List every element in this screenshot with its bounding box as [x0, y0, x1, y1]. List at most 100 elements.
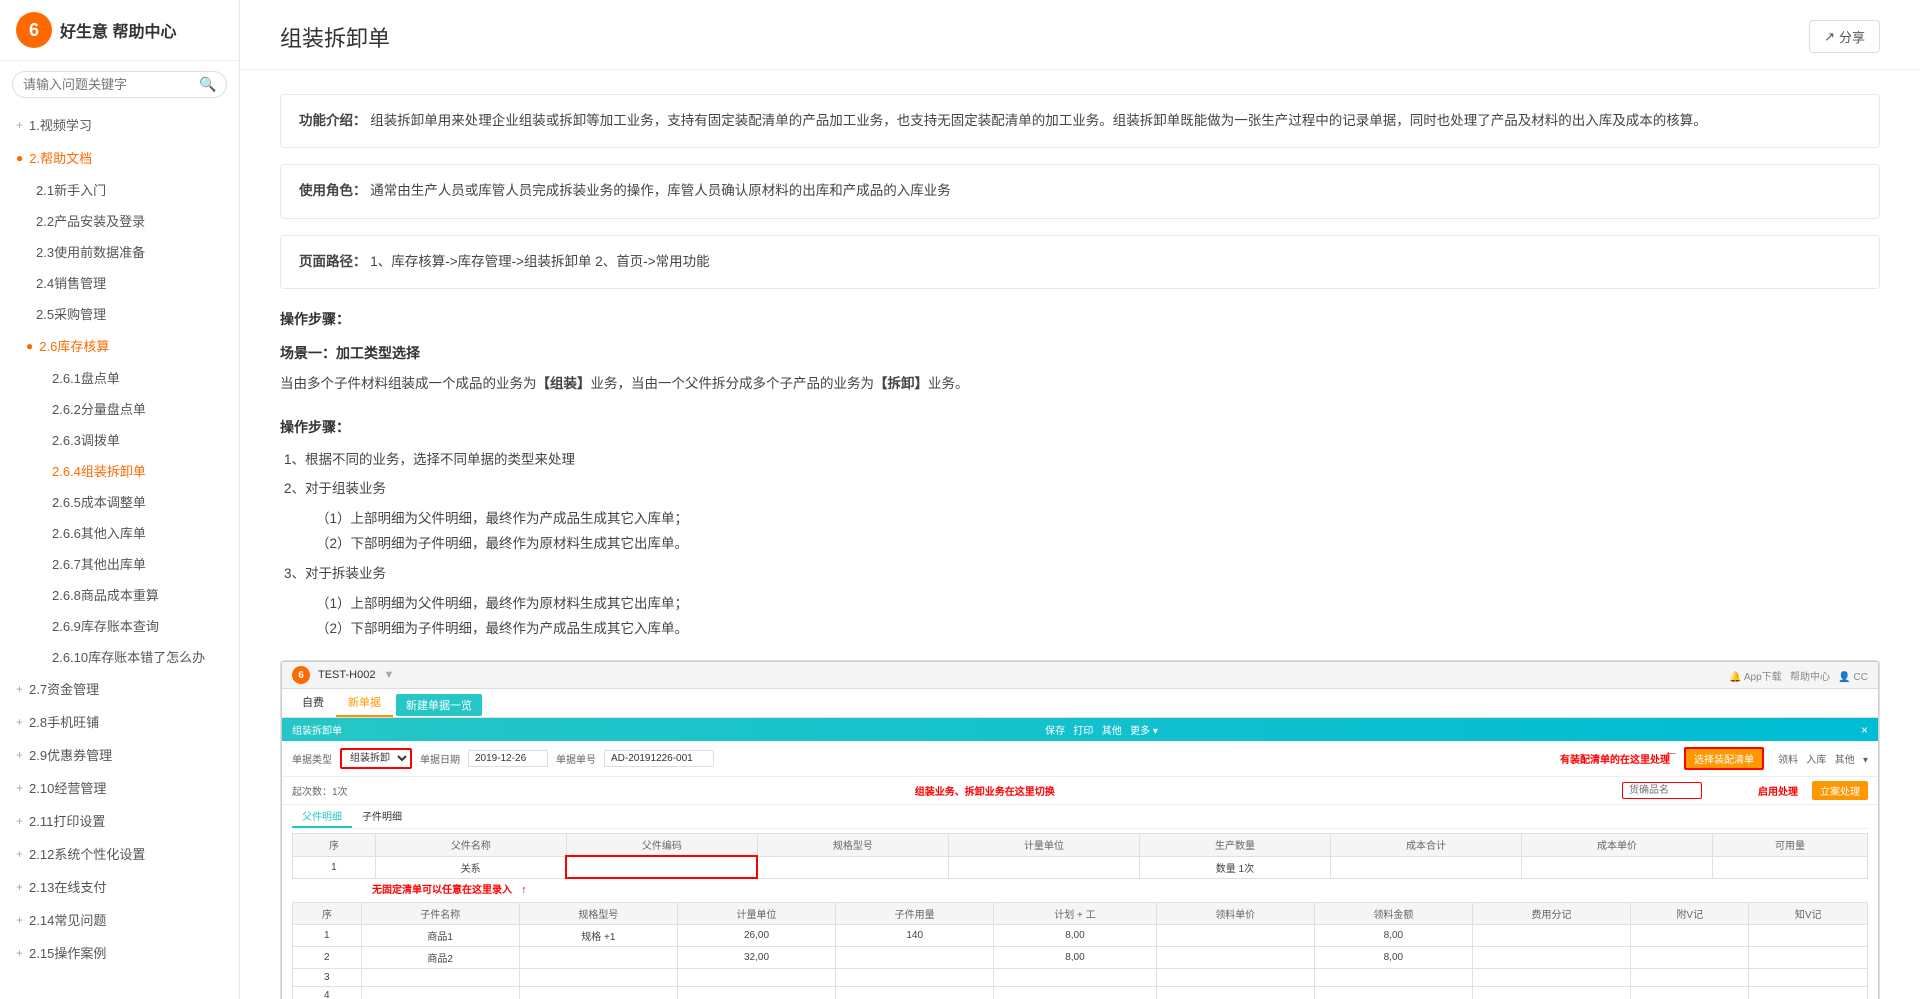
sim-tab-newlist[interactable]: 新建单据一览 [396, 694, 482, 716]
sidebar-item-mobile[interactable]: +2.8手机旺铺 [0, 705, 239, 738]
sidebar-item-stockfix[interactable]: 2.6.10库存账本错了怎么办 [0, 641, 239, 672]
sim-th-seq: 序 [293, 834, 376, 857]
function-intro-block: 功能介绍： 组装拆卸单用来处理企业组装或拆卸等加工业务，支持有固定装配清单的产品… [280, 94, 1880, 148]
annotation4-area: 无固定清单可以任意在这里录入 ↑ [292, 879, 1868, 900]
sidebar-item-sales[interactable]: 2.4销售管理 [0, 267, 239, 298]
sidebar-item-splitcount[interactable]: 2.6.2分量盘点单 [0, 393, 239, 424]
sim-tab-parent[interactable]: 父件明细 [292, 805, 352, 828]
sidebar-item-install[interactable]: 2.2产品安装及登录 [0, 205, 239, 236]
screenshot-area: 6 TEST-H002 ▼ 🔔 App下载 帮助中心 👤 CC 自费 新单据 新… [280, 660, 1880, 999]
sim-close-button[interactable]: × [1861, 723, 1868, 737]
search-box[interactable]: 🔍 [12, 71, 227, 98]
sim-bth-child-name: 子件名称 [361, 903, 519, 925]
plus-icon: + [16, 946, 23, 960]
sidebar-item-stockbook[interactable]: 2.6.9库存账本查询 [0, 610, 239, 641]
sim-product-input[interactable] [1622, 782, 1702, 799]
share-button[interactable]: ↗ 分享 [1809, 20, 1880, 53]
sim-logo: 6 [292, 666, 310, 684]
sim-bth-v1: 附V记 [1631, 903, 1749, 925]
arrow4-icon: ↑ [521, 884, 527, 896]
sim-date-label: 单据日期 [420, 751, 460, 766]
plus-icon: + [16, 913, 23, 927]
sim-td-seq: 1 [293, 856, 376, 878]
sidebar-item-inventory[interactable]: ● 2.6库存核算 [0, 329, 239, 362]
plus-icon: + [16, 715, 23, 729]
sidebar-item-helpdoc[interactable]: ● 2.帮助文档 [0, 141, 239, 174]
sim-td-unit [948, 856, 1139, 878]
sidebar-item-coupon[interactable]: +2.9优惠券管理 [0, 738, 239, 771]
sidebar-item-outstock[interactable]: 2.6.7其他出库单 [0, 548, 239, 579]
sidebar-item-newcomer[interactable]: 2.1新手入门 [0, 174, 239, 205]
sim-th-unit: 计量单位 [948, 834, 1139, 857]
sim-form-header: 组装拆卸单 保存 打印 其他 更多 ▾ × [282, 718, 1878, 741]
table-row: 1 关系 数量 1次 [293, 856, 1868, 878]
sidebar-item-faq[interactable]: +2.14常见问题 [0, 903, 239, 936]
sim-no-label: 单据单号 [556, 751, 596, 766]
content-header: 组装拆卸单 ↗ 分享 [240, 0, 1920, 70]
sim-bth-plan: 计划 + 工 [994, 903, 1156, 925]
sidebar-item-dataprep[interactable]: 2.3使用前数据准备 [0, 236, 239, 267]
sidebar-item-bizmanage[interactable]: +2.10经营管理 [0, 771, 239, 804]
role-text: 通常由生产人员或库管人员完成拆装业务的操作，库管人员确认原材料的出库和产成品的入… [370, 183, 951, 198]
sim-tab-self[interactable]: 自费 [290, 689, 336, 717]
sim-td-costunit [1521, 856, 1712, 878]
table-row: 2 商品2 32,00 8,00 8,00 [293, 947, 1868, 969]
sim-td-spec [757, 856, 948, 878]
share-label: 分享 [1839, 27, 1865, 46]
sidebar-item-finance[interactable]: +2.7资金管理 [0, 672, 239, 705]
sidebar-item-instock[interactable]: 2.6.6其他入库单 [0, 517, 239, 548]
sidebar-item-purchase[interactable]: 2.5采购管理 [0, 298, 239, 329]
sim-type-label: 单据类型 [292, 751, 332, 766]
scene1-title: 场景一：加工类型选择 [280, 343, 1880, 363]
sim-tab-child[interactable]: 子件明细 [352, 805, 412, 828]
sim-nav-bar: 自费 新单据 新建单据一览 [282, 689, 1878, 718]
plus-icon: + [16, 682, 23, 696]
sim-child-table: 序 子件名称 规格型号 计量单位 子件用量 计划 + 工 领料单价 领料金额 费… [292, 902, 1868, 999]
minus-icon-inventory: ● [26, 339, 33, 353]
sidebar-item-sysconfig[interactable]: +2.12系统个性化设置 [0, 837, 239, 870]
sim-date-input[interactable] [468, 750, 548, 767]
steps-label: 操作步骤： [280, 417, 1880, 437]
search-input[interactable] [23, 77, 199, 92]
sidebar-item-costadjust[interactable]: 2.6.5成本调整单 [0, 486, 239, 517]
sidebar: 6 好生意 帮助中心 🔍 + 1.视频学习 ● 2.帮助文档 2.1新手入门 2… [0, 0, 240, 999]
sidebar-item-transfer[interactable]: 2.6.3调拨单 [0, 424, 239, 455]
sim-td-name: 关系 [375, 856, 566, 878]
sim-dropdown-icon: ▼ [383, 669, 394, 681]
sim-tab-new[interactable]: 新单据 [336, 689, 393, 717]
table-row: 3 [293, 969, 1868, 987]
annotation1-text: 有装配清单的在这里处理 [1560, 751, 1670, 766]
sim-qty-label: 起次数：1次 [292, 783, 348, 798]
sim-bth-amount: 领料金额 [1314, 903, 1472, 925]
sim-bth-qty: 子件用量 [836, 903, 994, 925]
sidebar-item-assembly[interactable]: 2.6.4组装拆卸单 [0, 455, 239, 486]
search-icon[interactable]: 🔍 [199, 76, 216, 93]
plus-icon: + [16, 781, 23, 795]
sim-td-avail [1713, 856, 1868, 878]
role-block: 使用角色： 通常由生产人员或库管人员完成拆装业务的操作，库管人员确认原材料的出库… [280, 164, 1880, 218]
sim-type-select[interactable]: 组装拆卸 [340, 748, 412, 769]
app-name: 好生意 帮助中心 [60, 18, 176, 42]
sidebar-item-costreset[interactable]: 2.6.8商品成本重算 [0, 579, 239, 610]
sim-no-input[interactable] [604, 750, 714, 767]
sidebar-item-label: 2.6库存核算 [39, 336, 109, 355]
sim-th-parent-code: 父件编码 [566, 834, 757, 857]
sidebar-nav: + 1.视频学习 ● 2.帮助文档 2.1新手入门 2.2产品安装及登录 2.3… [0, 108, 239, 999]
sim-bom-btn[interactable]: 选择装配清单 [1684, 747, 1764, 770]
sim-td-code [566, 856, 757, 878]
sim-bth-seq: 序 [293, 903, 362, 925]
sim-process-row: 起次数：1次 组装业务、拆卸业务在这里切换 启用处理 立案处理 [282, 777, 1878, 805]
step2-sub1: （1）上部明细为父件明细，最终作为产成品生成其它入库单； [316, 506, 1880, 532]
sidebar-item-stockcount[interactable]: 2.6.1盘点单 [0, 362, 239, 393]
sidebar-item-label: 1.视频学习 [29, 115, 92, 134]
sim-td-costtotal [1330, 856, 1521, 878]
sim-execute-btn[interactable]: 立案处理 [1812, 781, 1868, 800]
sidebar-item-print[interactable]: +2.11打印设置 [0, 804, 239, 837]
main-content: 组装拆卸单 ↗ 分享 功能介绍： 组装拆卸单用来处理企业组装或拆卸等加工业务，支… [240, 0, 1920, 999]
sim-subtable-section: 父件明细 子件明细 序 父件名称 父件编码 规格型号 计量单位 [282, 805, 1878, 999]
sidebar-item-cases[interactable]: +2.15操作案例 [0, 936, 239, 969]
sidebar-item-video[interactable]: + 1.视频学习 [0, 108, 239, 141]
sidebar-item-payment[interactable]: +2.13在线支付 [0, 870, 239, 903]
step1: 1、根据不同的业务，选择不同单据的类型来处理 [284, 447, 1880, 473]
page-title: 组装拆卸单 [280, 21, 390, 53]
